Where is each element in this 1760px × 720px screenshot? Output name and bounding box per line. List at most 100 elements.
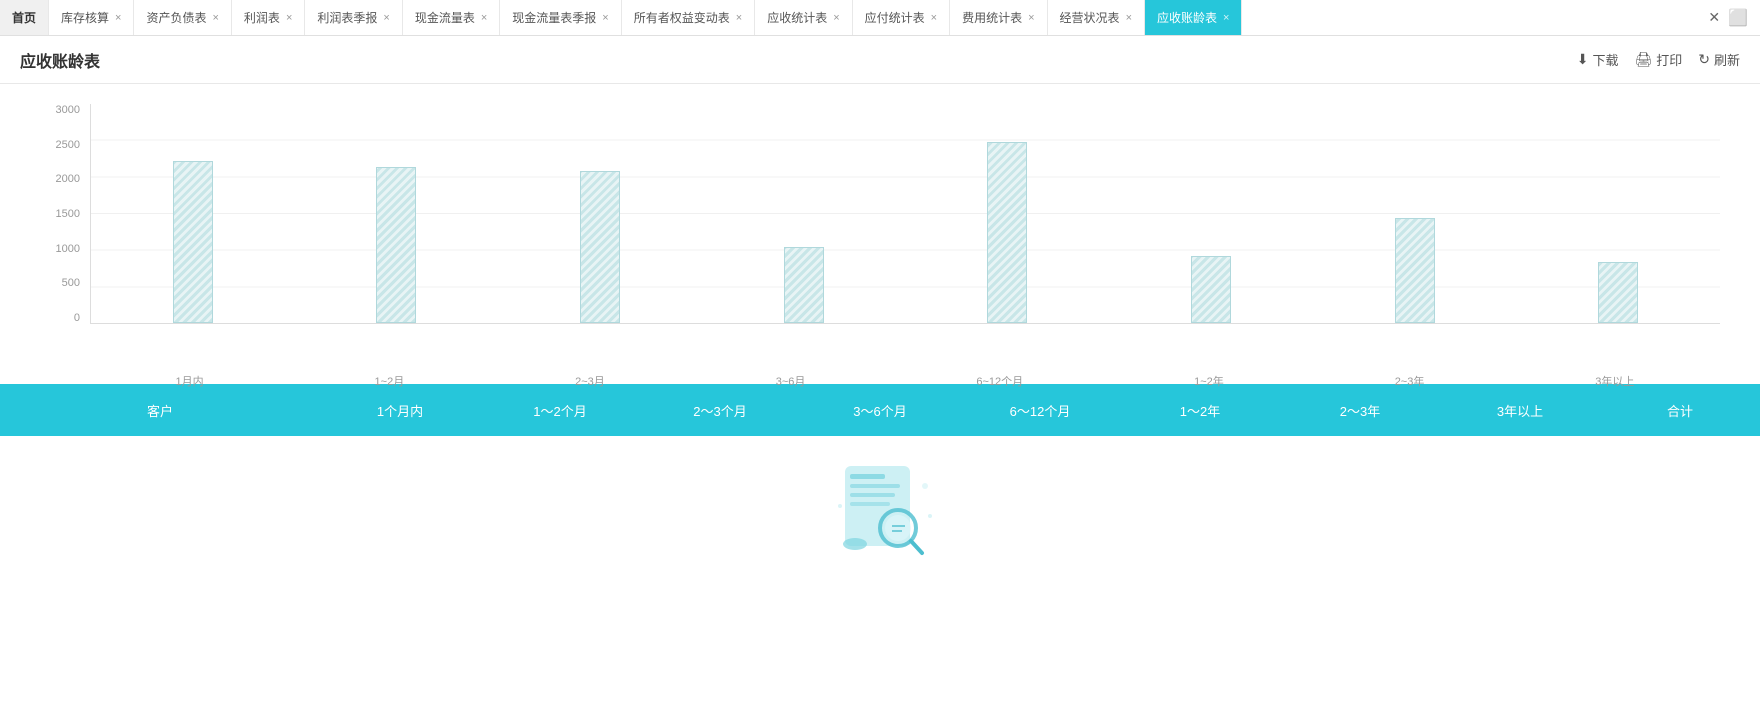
bar-2 — [580, 171, 620, 323]
page-header: 应收账龄表 ⬇ 下载 🖨 打印 ↻ 刷新 — [0, 36, 1760, 84]
tab-equity-label: 所有者权益变动表 — [634, 9, 730, 26]
tab-ap-stat-close[interactable]: × — [931, 12, 937, 24]
print-icon: 🖨 — [1634, 51, 1652, 68]
bar-group-2 — [580, 171, 620, 323]
y-label-2500: 2500 — [40, 139, 80, 151]
th-2-3m: 2～3个月 — [640, 401, 800, 420]
th-3y-plus: 3年以上 — [1440, 401, 1600, 420]
bar-group-3 — [784, 247, 824, 323]
download-label: 下载 — [1592, 50, 1618, 69]
x-labels: 1月内 1~2月 2~3月 3~6月 6~12个月 1~2年 2~3年 3年以上 — [90, 373, 1720, 389]
print-button[interactable]: 🖨 打印 — [1634, 50, 1682, 69]
th-6-12m: 6～12个月 — [960, 401, 1120, 420]
bar-4 — [987, 142, 1027, 323]
x-label-0: 1月内 — [175, 373, 203, 389]
tab-expense-close[interactable]: × — [1028, 12, 1034, 24]
tab-ar-stat-close[interactable]: × — [833, 12, 839, 24]
y-label-2000: 2000 — [40, 173, 80, 185]
bar-group-1 — [376, 167, 416, 323]
tab-balance-close[interactable]: × — [212, 12, 218, 24]
tab-equity[interactable]: 所有者权益变动表 × — [622, 0, 755, 36]
table-body — [0, 436, 1760, 720]
tab-profit[interactable]: 利润表 × — [232, 0, 305, 36]
tab-inventory[interactable]: 库存核算 × — [49, 0, 134, 36]
tab-equity-close[interactable]: × — [736, 12, 742, 24]
th-2-3y: 2～3年 — [1280, 401, 1440, 420]
bar-group-7 — [1598, 262, 1638, 323]
bar-group-0 — [173, 161, 213, 323]
tab-profit-q-label: 利润表季报 — [317, 9, 377, 26]
tab-ap-stat[interactable]: 应付统计表 × — [853, 0, 950, 36]
table-header: 客户 1个月内 1～2个月 2～3个月 3～6个月 6～12个月 1～2年 2～… — [0, 384, 1760, 436]
print-label: 打印 — [1656, 50, 1682, 69]
refresh-label: 刷新 — [1714, 50, 1740, 69]
tab-cashflow-q-label: 现金流量表季报 — [512, 9, 596, 26]
tab-profit-label: 利润表 — [244, 9, 280, 26]
th-3-6m: 3～6个月 — [800, 401, 960, 420]
tab-ar-aging-close[interactable]: × — [1223, 12, 1229, 24]
x-label-5: 1~2年 — [1194, 373, 1224, 389]
chart-container: 0 500 1000 1500 2000 2500 3000 1月内1~2月2~… — [40, 104, 1720, 364]
download-icon: ⬇ — [1577, 51, 1589, 68]
th-1m: 1个月内 — [320, 401, 480, 420]
bar-group-5 — [1191, 256, 1231, 323]
tab-operation-close[interactable]: × — [1126, 12, 1132, 24]
bar-0 — [173, 161, 213, 323]
y-label-1500: 1500 — [40, 208, 80, 220]
bar-1 — [376, 167, 416, 323]
refresh-button[interactable]: ↻ 刷新 — [1698, 50, 1740, 69]
th-customer: 客户 — [0, 401, 320, 420]
tab-home[interactable]: 首页 — [0, 0, 49, 36]
tab-operation-label: 经营状况表 — [1060, 9, 1120, 26]
tab-ar-stat[interactable]: 应收统计表 × — [755, 0, 852, 36]
tab-profit-q-close[interactable]: × — [383, 12, 389, 24]
y-label-1000: 1000 — [40, 243, 80, 255]
main-content: 0 500 1000 1500 2000 2500 3000 1月内 1~2月 2~… — [0, 84, 1760, 720]
bar-3 — [784, 247, 824, 323]
tab-expense[interactable]: 费用统计表 × — [950, 0, 1047, 36]
tab-ar-aging[interactable]: 应收账龄表 × — [1145, 0, 1242, 36]
tab-operation[interactable]: 经营状况表 × — [1048, 0, 1145, 36]
x-label-3: 3~6月 — [776, 373, 806, 389]
header-actions: ⬇ 下载 🖨 打印 ↻ 刷新 — [1577, 50, 1740, 69]
tab-profit-q[interactable]: 利润表季报 × — [305, 0, 402, 36]
th-total: 合计 — [1600, 401, 1760, 420]
maximize-button[interactable]: ⬜ — [1728, 8, 1748, 28]
tab-profit-close[interactable]: × — [286, 12, 292, 24]
page-title: 应收账龄表 — [20, 48, 100, 72]
y-label-500: 500 — [40, 277, 80, 289]
tab-balance-label: 资产负债表 — [146, 9, 206, 26]
th-1-2m: 1～2个月 — [480, 401, 640, 420]
window-controls: ✕ ⬜ — [1696, 8, 1760, 28]
tab-cashflow-close[interactable]: × — [481, 12, 487, 24]
refresh-icon: ↻ — [1698, 51, 1710, 68]
bar-5 — [1191, 256, 1231, 323]
y-label-0: 0 — [40, 312, 80, 324]
tab-balance[interactable]: 资产负债表 × — [134, 0, 231, 36]
tab-expense-label: 费用统计表 — [962, 9, 1022, 26]
download-button[interactable]: ⬇ 下载 — [1577, 50, 1619, 69]
tab-cashflow-q[interactable]: 现金流量表季报 × — [500, 0, 621, 36]
tab-ap-stat-label: 应付统计表 — [865, 9, 925, 26]
tab-inventory-close[interactable]: × — [115, 12, 121, 24]
tab-cashflow-q-close[interactable]: × — [602, 12, 608, 24]
th-1-2y: 1～2年 — [1120, 401, 1280, 420]
y-axis: 0 500 1000 1500 2000 2500 3000 — [40, 104, 80, 324]
bar-group-6 — [1395, 218, 1435, 323]
bar-6 — [1395, 218, 1435, 323]
x-label-1: 1~2月 — [375, 373, 405, 389]
empty-state-icon — [820, 456, 940, 566]
tab-ar-stat-label: 应收统计表 — [767, 9, 827, 26]
bar-7 — [1598, 262, 1638, 323]
tab-inventory-label: 库存核算 — [61, 9, 109, 26]
tab-cashflow-label: 现金流量表 — [415, 9, 475, 26]
tab-cashflow[interactable]: 现金流量表 × — [403, 0, 500, 36]
x-label-2: 2~3月 — [575, 373, 605, 389]
x-label-6: 2~3年 — [1395, 373, 1425, 389]
minimize-button[interactable]: ✕ — [1708, 9, 1720, 26]
bar-group-4 — [987, 142, 1027, 323]
x-label-7: 3年以上 — [1595, 373, 1634, 389]
y-label-3000: 3000 — [40, 104, 80, 116]
bars-area — [90, 104, 1720, 324]
x-label-4: 6~12个月 — [976, 373, 1023, 389]
